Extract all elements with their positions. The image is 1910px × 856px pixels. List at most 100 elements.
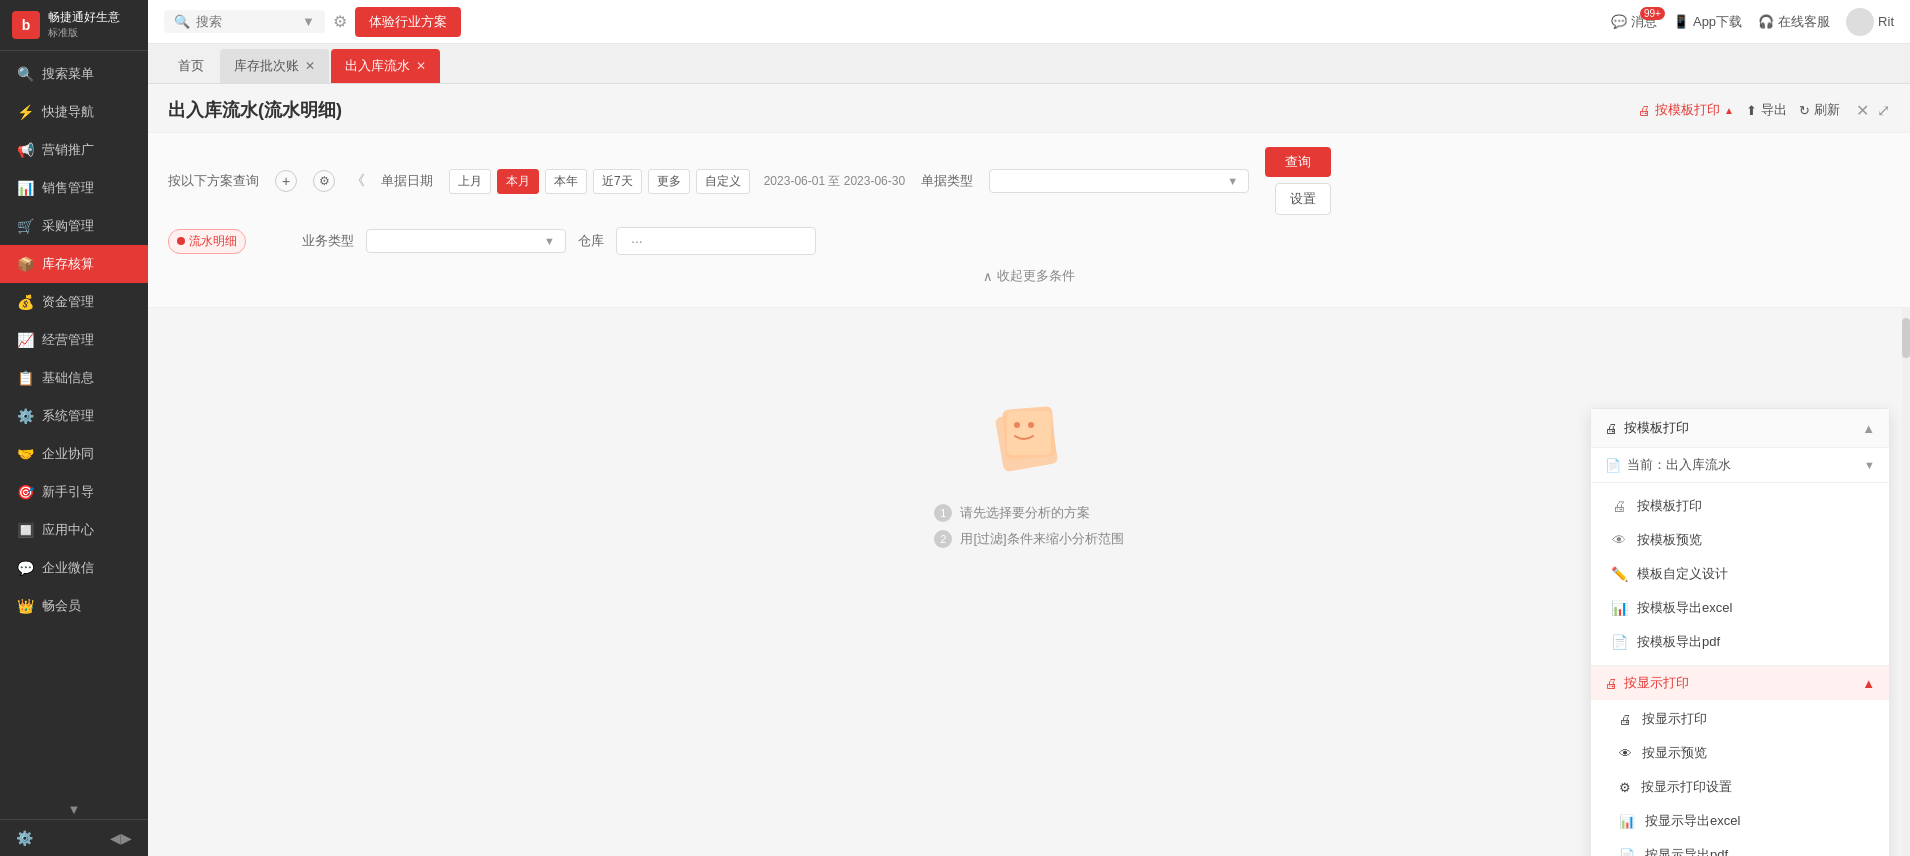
app-center-icon: 🔲 [16,521,34,539]
tab-home[interactable]: 首页 [164,49,218,83]
dropdown-current-label: 当前：出入库流水 [1627,456,1731,474]
dropdown-item-label: 按模板预览 [1637,531,1702,549]
dropdown-display-print-settings[interactable]: ⚙ 按显示打印设置 [1591,770,1889,804]
display-print-item-icon: 🖨 [1619,712,1632,727]
dropdown-item-label: 按显示预览 [1642,744,1707,762]
warehouse-select[interactable]: ··· [616,227,816,255]
sidebar-settings-button[interactable]: ⚙️ [16,830,33,846]
sidebar-item-label: 销售管理 [42,179,94,197]
sidebar-item-app-center[interactable]: 🔲 应用中心 [0,511,148,549]
sidebar-collapse-button[interactable]: ◀▶ [110,830,132,846]
sidebar-item-search[interactable]: 🔍 搜索菜单 [0,55,148,93]
industry-solution-button[interactable]: 体验行业方案 [355,7,461,37]
sidebar-item-label: 资金管理 [42,293,94,311]
topbar-settings-icon[interactable]: ⚙ [333,12,347,31]
doc-type-select[interactable]: ▼ [989,169,1249,193]
dropdown-display-preview[interactable]: 👁 按显示预览 [1591,736,1889,770]
sidebar-item-label: 采购管理 [42,217,94,235]
dropdown-template-export-excel[interactable]: 📊 按模板导出excel [1591,591,1889,625]
sidebar-item-inventory[interactable]: 📦 库存核算 [0,245,148,283]
display-section-collapse-icon[interactable]: ▲ [1862,676,1875,691]
sidebar-item-basic[interactable]: 📋 基础信息 [0,359,148,397]
business-type-dropdown-icon: ▼ [544,235,555,247]
date-last-month-button[interactable]: 上月 [449,169,491,194]
dropdown-item-label: 按模板打印 [1637,497,1702,515]
dropdown-template-custom[interactable]: ✏️ 模板自定义设计 [1591,557,1889,591]
sidebar-item-marketing[interactable]: 📢 营销推广 [0,131,148,169]
settings-button[interactable]: 设置 [1275,183,1331,215]
marketing-icon: 📢 [16,141,34,159]
sidebar-item-vip[interactable]: 👑 畅会员 [0,587,148,625]
sidebar-footer: ⚙️ ◀▶ [0,819,148,856]
window-expand-button[interactable]: ⤢ [1877,101,1890,120]
dropdown-item-label: 按显示打印 [1642,710,1707,728]
export-button[interactable]: ⬆ 导出 [1746,101,1787,119]
operations-icon: 📈 [16,331,34,349]
search-input[interactable] [196,14,296,29]
date-custom-button[interactable]: 自定义 [696,169,750,194]
sidebar-item-system[interactable]: ⚙️ 系统管理 [0,397,148,435]
scrollbar-right[interactable] [1902,308,1910,856]
active-filter-tag[interactable]: 流水明细 [168,229,246,254]
dropdown-current-arrow[interactable]: ▼ [1864,459,1875,471]
print-dropdown-icon[interactable]: ▲ [1724,105,1734,116]
dropdown-item-label: 按显示打印设置 [1641,778,1732,796]
window-close-button[interactable]: ✕ [1856,101,1869,120]
date-this-year-button[interactable]: 本年 [545,169,587,194]
dropdown-close-icon[interactable]: ▲ [1862,421,1875,436]
empty-tips: 1 请先选择要分析的方案 2 用[过滤]条件来缩小分析范围 [934,504,1123,548]
app-download-button[interactable]: 📱 App下载 [1673,13,1742,31]
dropdown-display-section-header[interactable]: 🖨 按显示打印 ▲ [1591,666,1889,700]
sidebar-item-wechat[interactable]: 💬 企业微信 [0,549,148,587]
topbar-search-box[interactable]: 🔍 ▼ [164,10,325,33]
dropdown-template-print[interactable]: 🖨 按模板打印 [1591,489,1889,523]
refresh-button[interactable]: ↻ 刷新 [1799,101,1840,119]
active-tag-dot [177,237,185,245]
tab-stock-flow[interactable]: 出入库流水 ✕ [331,49,440,83]
collapse-more-conditions-button[interactable]: ∧ 收起更多条件 [983,267,1075,285]
sidebar-item-label: 新手引导 [42,483,94,501]
online-service-button[interactable]: 🎧 在线客服 [1758,13,1830,31]
quick-nav-icon: ⚡ [16,103,34,121]
search-icon: 🔍 [16,65,34,83]
sidebar-item-quick-nav[interactable]: ⚡ 快捷导航 [0,93,148,131]
search-dropdown-icon[interactable]: ▼ [302,14,315,29]
message-button[interactable]: 💬 消息 99+ [1611,13,1657,31]
sidebar-item-operations[interactable]: 📈 经营管理 [0,321,148,359]
active-filter-label: 流水明细 [189,233,237,250]
business-type-select[interactable]: ▼ [366,229,566,253]
doc-type-dropdown-icon: ▼ [1227,175,1238,187]
print-template-button[interactable]: 🖨 按模板打印 ▲ [1638,101,1734,119]
sidebar-scroll-down[interactable]: ▼ [0,799,148,819]
date-this-month-button[interactable]: 本月 [497,169,539,194]
date-more-button[interactable]: 更多 [648,169,690,194]
sidebar-item-guide[interactable]: 🎯 新手引导 [0,473,148,511]
dropdown-display-print[interactable]: 🖨 按显示打印 [1591,702,1889,736]
date-last-7-button[interactable]: 近7天 [593,169,642,194]
sidebar-item-sales[interactable]: 📊 销售管理 [0,169,148,207]
guide-icon: 🎯 [16,483,34,501]
filter-collapse-icon[interactable]: 《 [351,172,365,190]
dropdown-display-export-pdf[interactable]: 📄 按显示导出pdf [1591,838,1889,856]
filter-settings-button[interactable]: ⚙ [313,170,335,192]
sidebar-item-label: 企业微信 [42,559,94,577]
dropdown-template-section: 🖨 按模板打印 👁 按模板预览 ✏️ 模板自定义设计 📊 [1591,483,1889,666]
sidebar-item-collab[interactable]: 🤝 企业协同 [0,435,148,473]
dropdown-template-export-pdf[interactable]: 📄 按模板导出pdf [1591,625,1889,659]
sidebar-item-finance[interactable]: 💰 资金管理 [0,283,148,321]
query-area: 查询 设置 [1265,147,1331,215]
filter-add-button[interactable]: + [275,170,297,192]
dropdown-title-text: 按模板打印 [1624,419,1689,437]
dropdown-display-export-excel[interactable]: 📊 按显示导出excel [1591,804,1889,838]
sidebar-item-purchase[interactable]: 🛒 采购管理 [0,207,148,245]
dropdown-template-preview[interactable]: 👁 按模板预览 [1591,523,1889,557]
tab-inventory-batch[interactable]: 库存批次账 ✕ [220,49,329,83]
sidebar-item-label: 快捷导航 [42,103,94,121]
user-avatar-area[interactable]: Rit [1846,8,1894,36]
scrollbar-thumb[interactable] [1902,318,1910,358]
warehouse-more-icon[interactable]: ··· [631,233,643,249]
tab-stock-flow-close-icon[interactable]: ✕ [416,59,426,73]
svg-point-4 [1028,422,1034,428]
query-button[interactable]: 查询 [1265,147,1331,177]
tab-inventory-batch-close-icon[interactable]: ✕ [305,59,315,73]
